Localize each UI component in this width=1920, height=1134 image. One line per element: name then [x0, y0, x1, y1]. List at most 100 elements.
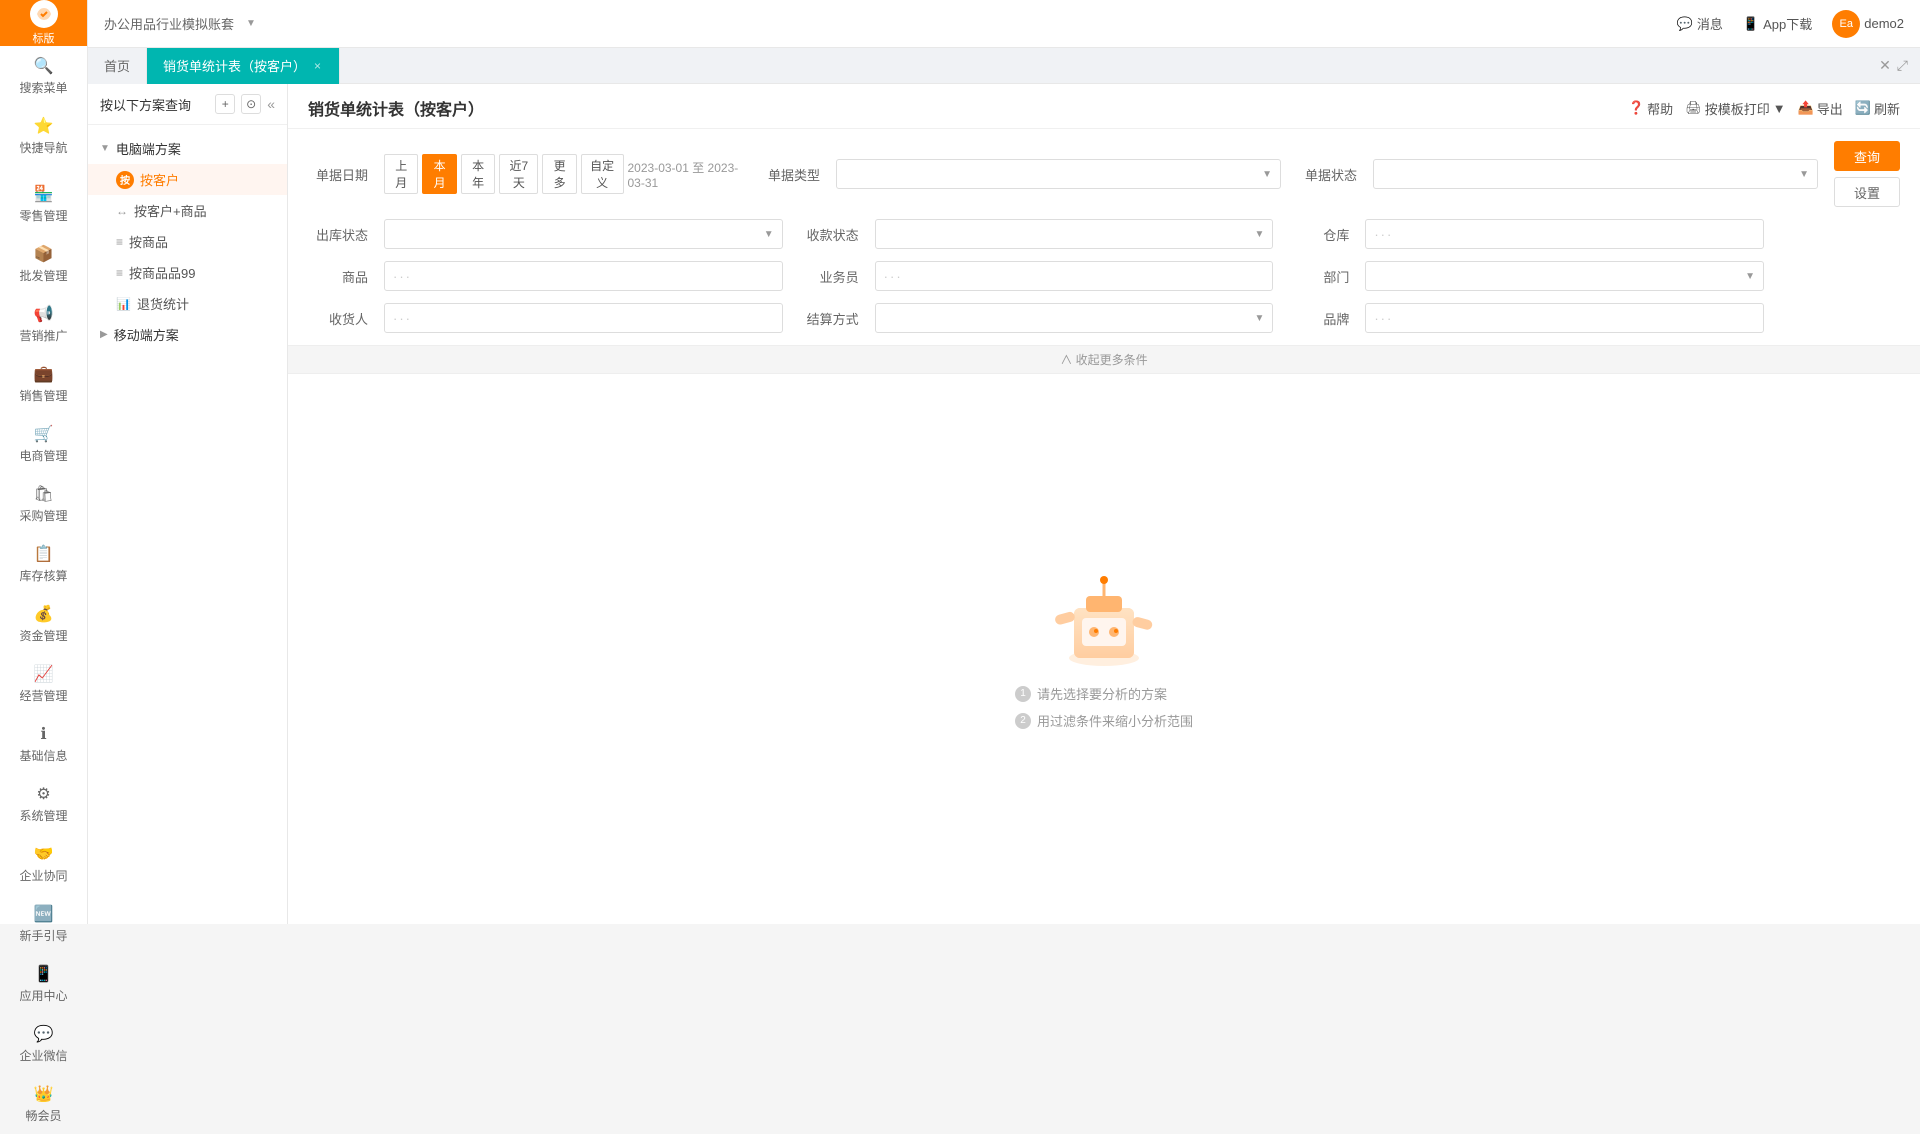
sidebar-item-new-guide[interactable]: 🆕 新手引导 [0, 894, 87, 954]
tree-item-by-product[interactable]: ≡ 按商品 [88, 226, 287, 257]
sidebar-item-retail[interactable]: 🏪 零售管理 [0, 174, 87, 234]
sidebar-item-ecommerce[interactable]: 🛒 电商管理 [0, 414, 87, 474]
main-wrapper: 办公用品行业模拟账套 ▼ 💬 消息 📱 App下载 Ea demo2 首页 [88, 0, 1920, 924]
empty-state: 1 请先选择要分析的方案 2 用过滤条件来缩小分析范围 [288, 374, 1920, 924]
sidebar-item-search-menu[interactable]: 🔍 搜索菜单 [0, 46, 87, 106]
tree-item-by-return[interactable]: 📊 退货统计 [88, 288, 287, 319]
tab-home-label: 首页 [104, 56, 130, 75]
date-quick-btns: 上月 本月 本年 近7天 更多 自定义 [384, 154, 624, 194]
tree-item-by-customer[interactable]: 按 按客户 [88, 164, 287, 195]
date-btn-more[interactable]: 更多 [542, 154, 576, 194]
collapse-bar[interactable]: ∧ 收起更多条件 [288, 345, 1920, 374]
tab-sales-stats[interactable]: 销货单统计表（按客户） × [147, 48, 340, 84]
sidebar-item-label: 零售管理 [19, 207, 67, 224]
shipment-select[interactable]: ▼ [384, 219, 783, 249]
doc-status-label: 单据状态 [1297, 165, 1357, 184]
sidebar-item-finance[interactable]: 💰 资金管理 [0, 594, 87, 654]
date-btn-this-year[interactable]: 本年 [461, 154, 495, 194]
sidebar-item-operations[interactable]: 📈 经营管理 [0, 654, 87, 714]
logo-icon [30, 0, 58, 28]
user-profile-btn[interactable]: Ea demo2 [1832, 10, 1904, 38]
sidebar-item-app-center[interactable]: 📱 应用中心 [0, 954, 87, 1014]
settlement-label: 结算方式 [799, 309, 859, 328]
date-btn-this-month[interactable]: 本月 [422, 154, 456, 194]
scheme-add-btn[interactable]: + [215, 94, 235, 114]
salesperson-label: 业务员 [799, 267, 859, 286]
department-label: 部门 [1289, 267, 1349, 286]
brand-select[interactable]: ··· [1365, 303, 1764, 333]
sidebar-item-system[interactable]: ⚙ 系统管理 [0, 774, 87, 834]
date-btn-7days[interactable]: 近7天 [499, 154, 538, 194]
sidebar-item-quick-nav[interactable]: ⭐ 快捷导航 [0, 106, 87, 166]
collapse-label: 收起更多条件 [1076, 353, 1148, 367]
query-btn[interactable]: 查询 [1834, 141, 1900, 171]
filter-row-4: 收货人 ··· 结算方式 ▼ 品牌 ··· [308, 303, 1900, 333]
new-guide-icon: 🆕 [34, 904, 54, 924]
tree-group-mobile-header[interactable]: ▶ 移动端方案 [88, 319, 287, 350]
tab-sales-stats-label: 销货单统计表（按客户） [163, 56, 306, 75]
tree-group-desktop: ▼ 电脑端方案 按 按客户 ↔ 按客户+商品 ≡ [88, 133, 287, 319]
salesperson-select[interactable]: ··· [875, 261, 1274, 291]
sidebar-item-inventory[interactable]: 📋 库存核算 [0, 534, 87, 594]
user-label: demo2 [1864, 16, 1904, 31]
doc-status-select[interactable]: ▼ [1373, 159, 1818, 189]
payment-select[interactable]: ▼ [875, 219, 1274, 249]
retail-icon: 🏪 [34, 184, 54, 204]
topbar-right: 💬 消息 📱 App下载 Ea demo2 [1677, 10, 1904, 38]
filter-row-2: 出库状态 ▼ 收款状态 ▼ 仓库 ··· [308, 219, 1900, 249]
sidebar-item-enterprise[interactable]: 🤝 企业协同 [0, 834, 87, 894]
tree-group-desktop-header[interactable]: ▼ 电脑端方案 [88, 133, 287, 164]
scheme-collapse-btn[interactable]: « [267, 96, 275, 112]
department-select[interactable]: ▼ [1365, 261, 1764, 291]
message-btn[interactable]: 💬 消息 [1677, 14, 1723, 33]
page-title-actions: ❓ 帮助 🖨 按模板打印 ▼ 📤 导出 🔄 刷新 [1628, 99, 1900, 118]
finance-icon: 💰 [34, 604, 54, 624]
app-download-label: App下载 [1763, 14, 1812, 33]
scheme-edit-btn[interactable]: ⊙ [241, 94, 261, 114]
template-print-label: 按模板打印 [1705, 99, 1770, 118]
purchase-icon: 🛍 [33, 484, 53, 504]
sidebar-item-vip[interactable]: 👑 畅会员 [0, 1074, 87, 1134]
scheme-header: 按以下方案查询 + ⊙ « [88, 84, 287, 125]
product-select[interactable]: ··· [384, 261, 783, 291]
warehouse-select[interactable]: ··· [1365, 219, 1764, 249]
tree-item-by-customer-product[interactable]: ↔ 按客户+商品 [88, 195, 287, 226]
doc-type-select[interactable]: ▼ [836, 159, 1281, 189]
sidebar-item-label: 新手引导 [19, 927, 67, 944]
recipient-select[interactable]: ··· [384, 303, 783, 333]
tab-expand-btn[interactable]: ✕ ⤢ [1867, 57, 1920, 74]
help-btn[interactable]: ❓ 帮助 [1628, 99, 1673, 118]
tab-home[interactable]: 首页 [88, 48, 147, 84]
sidebar-item-purchase[interactable]: 🛍 采购管理 [0, 474, 87, 534]
empty-illustration [1044, 568, 1164, 668]
sidebar-item-enterprise-wechat[interactable]: 💬 企业微信 [0, 1014, 87, 1074]
system-icon: ⚙ [36, 784, 50, 804]
refresh-btn[interactable]: 🔄 刷新 [1855, 99, 1900, 118]
settings-btn[interactable]: 设置 [1834, 177, 1900, 207]
date-field: 上月 本月 本年 近7天 更多 自定义 2023-03-01 至 2023-03… [384, 154, 744, 194]
date-btn-last-month[interactable]: 上月 [384, 154, 418, 194]
print-arrow-icon: ▼ [1773, 101, 1786, 116]
collapse-up-icon: ∧ [1060, 353, 1075, 367]
sidebar-item-marketing[interactable]: 📢 营销推广 [0, 294, 87, 354]
settlement-select[interactable]: ▼ [875, 303, 1274, 333]
sidebar-item-wholesale[interactable]: 📦 批发管理 [0, 234, 87, 294]
tab-close-btn[interactable]: × [312, 59, 323, 73]
sales-icon: 💼 [34, 364, 54, 384]
app-download-btn[interactable]: 📱 App下载 [1743, 14, 1812, 33]
tree-arrow-down: ▼ [100, 143, 110, 154]
sidebar-item-basic-info[interactable]: ℹ 基础信息 [0, 714, 87, 774]
shipment-down-icon: ▼ [764, 229, 774, 240]
payment-down-icon: ▼ [1254, 229, 1264, 240]
help-label: 帮助 [1647, 99, 1673, 118]
payment-label: 收款状态 [799, 225, 859, 244]
template-print-btn[interactable]: 🖨 按模板打印 ▼ [1685, 99, 1785, 118]
date-btn-custom[interactable]: 自定义 [581, 154, 624, 194]
product-dots: ··· [393, 269, 412, 284]
app-download-icon: 📱 [1743, 16, 1759, 32]
sidebar-item-label: 应用中心 [19, 987, 67, 1004]
sidebar-item-sales[interactable]: 💼 销售管理 [0, 354, 87, 414]
export-btn[interactable]: 📤 导出 [1798, 99, 1843, 118]
tree-item-by-product-99[interactable]: ≡ 按商品品99 [88, 257, 287, 288]
breadcrumb-dropdown-icon[interactable]: ▼ [246, 18, 256, 29]
